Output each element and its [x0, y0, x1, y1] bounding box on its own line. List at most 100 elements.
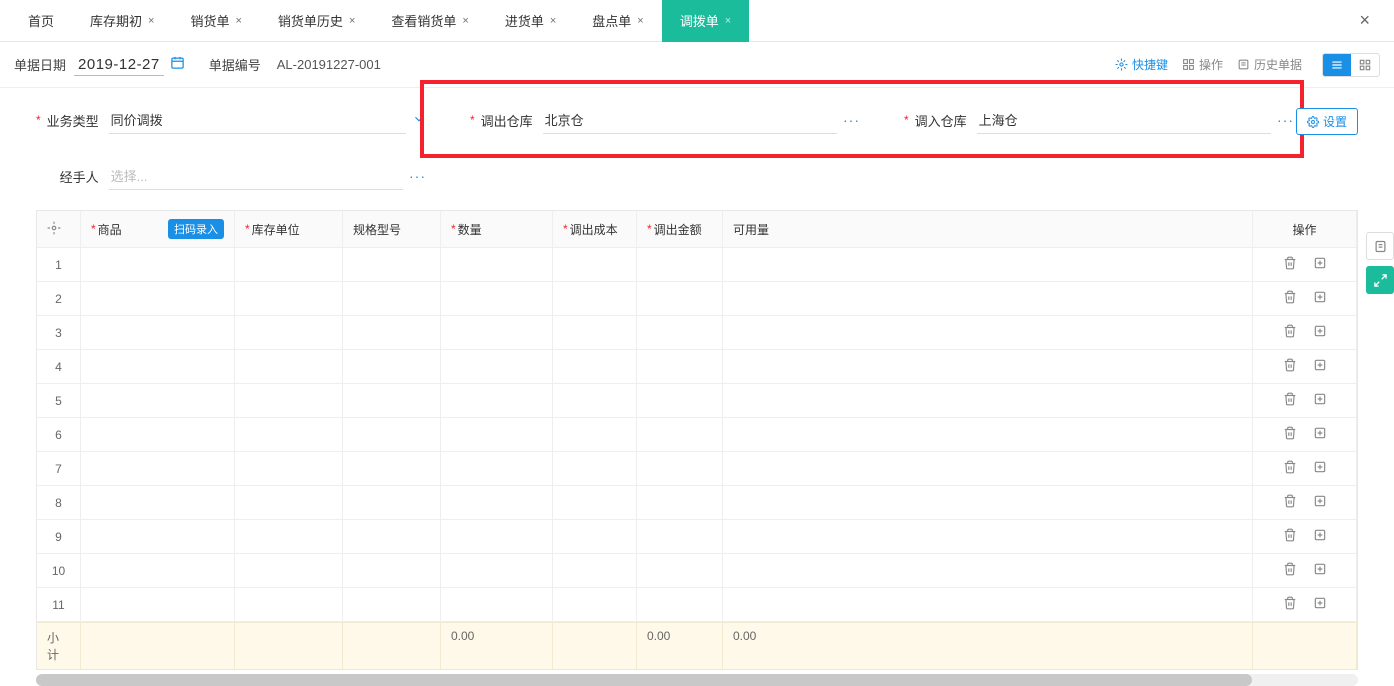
table-cell[interactable]	[343, 282, 441, 316]
table-cell[interactable]	[235, 350, 343, 384]
table-cell[interactable]	[723, 282, 1253, 316]
add-row-icon[interactable]	[1313, 392, 1327, 409]
lookup-icon[interactable]: ···	[409, 168, 426, 184]
table-cell[interactable]	[553, 418, 637, 452]
close-icon[interactable]: ×	[148, 15, 154, 27]
grid-view-icon[interactable]	[1351, 54, 1379, 76]
in-warehouse-field[interactable]: * 调入仓库 上海仓 ···	[904, 106, 1294, 134]
table-cell[interactable]	[81, 486, 235, 520]
table-cell[interactable]	[637, 350, 723, 384]
table-cell[interactable]	[723, 384, 1253, 418]
tab-inventory-init[interactable]: 库存期初×	[72, 0, 172, 42]
table-cell[interactable]	[553, 350, 637, 384]
table-cell[interactable]	[723, 520, 1253, 554]
table-cell[interactable]	[723, 588, 1253, 622]
history-button[interactable]: 历史单据	[1237, 56, 1302, 73]
add-row-icon[interactable]	[1313, 324, 1327, 341]
operations-button[interactable]: 操作	[1182, 56, 1223, 73]
table-cell[interactable]	[553, 520, 637, 554]
delete-row-icon[interactable]	[1283, 256, 1297, 273]
chevron-down-icon[interactable]	[412, 112, 426, 129]
tab-sales[interactable]: 销货单×	[172, 0, 259, 42]
delete-row-icon[interactable]	[1283, 426, 1297, 443]
add-row-icon[interactable]	[1313, 426, 1327, 443]
side-expand-icon[interactable]	[1366, 266, 1394, 294]
table-cell[interactable]	[441, 384, 553, 418]
table-cell[interactable]	[441, 452, 553, 486]
tab-home[interactable]: 首页	[10, 0, 72, 42]
close-icon[interactable]: ×	[235, 15, 241, 27]
lookup-icon[interactable]: ···	[1277, 112, 1294, 128]
table-cell[interactable]	[235, 452, 343, 486]
handler-input[interactable]: 选择...	[109, 162, 403, 190]
table-cell[interactable]	[81, 588, 235, 622]
table-cell[interactable]	[553, 282, 637, 316]
table-cell[interactable]	[441, 418, 553, 452]
list-view-icon[interactable]	[1323, 54, 1351, 76]
table-cell[interactable]	[343, 350, 441, 384]
table-cell[interactable]	[553, 554, 637, 588]
table-cell[interactable]	[235, 486, 343, 520]
add-row-icon[interactable]	[1313, 528, 1327, 545]
table-cell[interactable]	[723, 554, 1253, 588]
table-cell[interactable]	[235, 554, 343, 588]
table-cell[interactable]	[441, 520, 553, 554]
table-cell[interactable]	[343, 316, 441, 350]
table-cell[interactable]	[553, 248, 637, 282]
table-cell[interactable]	[723, 452, 1253, 486]
table-cell[interactable]	[343, 248, 441, 282]
delete-row-icon[interactable]	[1283, 494, 1297, 511]
table-cell[interactable]	[441, 486, 553, 520]
add-row-icon[interactable]	[1313, 256, 1327, 273]
table-cell[interactable]	[441, 350, 553, 384]
table-cell[interactable]	[553, 384, 637, 418]
close-icon[interactable]: ×	[550, 15, 556, 27]
table-cell[interactable]	[235, 316, 343, 350]
table-cell[interactable]	[441, 554, 553, 588]
table-cell[interactable]	[343, 418, 441, 452]
table-cell[interactable]	[235, 248, 343, 282]
table-cell[interactable]	[553, 486, 637, 520]
delete-row-icon[interactable]	[1283, 596, 1297, 613]
table-cell[interactable]	[81, 520, 235, 554]
add-row-icon[interactable]	[1313, 460, 1327, 477]
add-row-icon[interactable]	[1313, 290, 1327, 307]
table-cell[interactable]	[343, 588, 441, 622]
out-warehouse-value[interactable]: 北京仓	[543, 106, 837, 134]
handler-field[interactable]: * 经手人 选择... ···	[36, 162, 426, 190]
calendar-icon[interactable]	[170, 55, 185, 74]
add-row-icon[interactable]	[1313, 494, 1327, 511]
table-cell[interactable]	[553, 588, 637, 622]
tab-purchase[interactable]: 进货单×	[487, 0, 574, 42]
table-cell[interactable]	[441, 282, 553, 316]
delete-row-icon[interactable]	[1283, 460, 1297, 477]
table-cell[interactable]	[81, 316, 235, 350]
delete-row-icon[interactable]	[1283, 528, 1297, 545]
table-cell[interactable]	[723, 486, 1253, 520]
table-cell[interactable]	[343, 520, 441, 554]
table-cell[interactable]	[343, 554, 441, 588]
table-cell[interactable]	[637, 316, 723, 350]
delete-row-icon[interactable]	[1283, 392, 1297, 409]
close-icon[interactable]: ×	[349, 15, 355, 27]
table-cell[interactable]	[235, 282, 343, 316]
close-all-tabs-icon[interactable]: ×	[1345, 10, 1384, 31]
table-cell[interactable]	[637, 282, 723, 316]
add-row-icon[interactable]	[1313, 358, 1327, 375]
table-cell[interactable]	[553, 316, 637, 350]
tab-view-sales[interactable]: 查看销货单×	[373, 0, 486, 42]
table-cell[interactable]	[235, 384, 343, 418]
table-cell[interactable]	[81, 282, 235, 316]
table-cell[interactable]	[441, 248, 553, 282]
table-cell[interactable]	[343, 452, 441, 486]
delete-row-icon[interactable]	[1283, 324, 1297, 341]
table-cell[interactable]	[81, 384, 235, 418]
delete-row-icon[interactable]	[1283, 290, 1297, 307]
horizontal-scrollbar[interactable]	[36, 674, 1358, 686]
table-cell[interactable]	[235, 520, 343, 554]
biz-type-value[interactable]: 同价调拨	[109, 106, 406, 134]
biz-type-field[interactable]: * 业务类型 同价调拨	[36, 106, 426, 134]
table-cell[interactable]	[81, 248, 235, 282]
close-icon[interactable]: ×	[637, 15, 643, 27]
delete-row-icon[interactable]	[1283, 562, 1297, 579]
